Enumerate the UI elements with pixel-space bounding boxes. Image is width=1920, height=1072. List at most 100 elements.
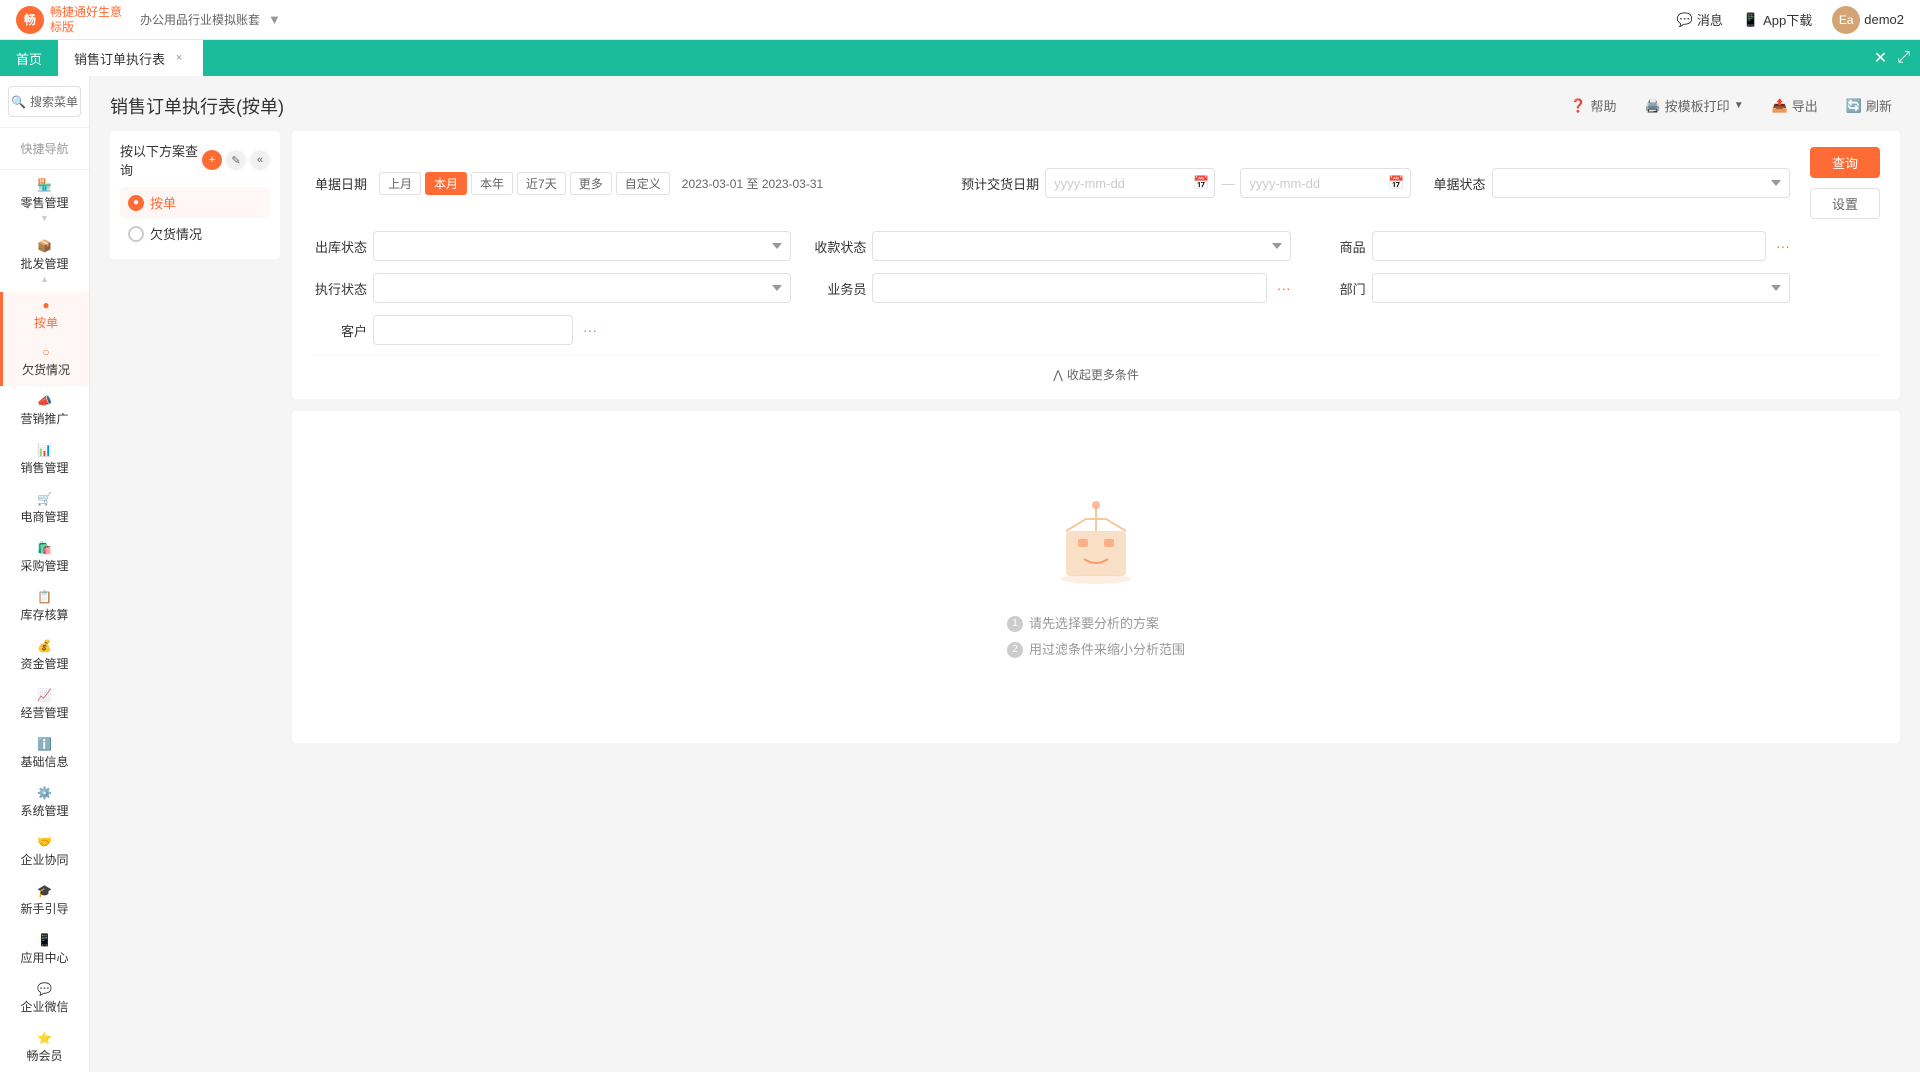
sidebar-item-basic[interactable]: ℹ️ 基础信息 bbox=[0, 729, 89, 778]
expected-date-label: 预计交货日期 bbox=[961, 174, 1039, 193]
delivery-select-wrap bbox=[373, 231, 791, 261]
breadcrumb: 办公用品行业模拟账套 bbox=[140, 11, 260, 28]
export-button[interactable]: 📤 导出 bbox=[1764, 92, 1826, 119]
customer-input-wrap[interactable] bbox=[373, 315, 573, 345]
expected-date-from[interactable] bbox=[1045, 168, 1215, 198]
date-dash: — bbox=[1221, 176, 1234, 191]
tab-close-icon[interactable]: × bbox=[171, 50, 187, 66]
logo-area: 畅 畅捷通好生意 标版 bbox=[16, 5, 122, 34]
wechat-label: 企业微信 bbox=[20, 998, 68, 1015]
purchase-icon: 🛍️ bbox=[37, 541, 52, 555]
expected-date-to-wrap: 📅 bbox=[1240, 168, 1410, 198]
goods-label: 商品 bbox=[1311, 237, 1366, 256]
app-download-button[interactable]: 📱 App下载 bbox=[1743, 10, 1812, 29]
scheme-add-button[interactable]: + bbox=[202, 150, 222, 170]
message-label: 消息 bbox=[1697, 10, 1723, 29]
period-last-month[interactable]: 上月 bbox=[379, 172, 421, 195]
enterprise-label: 企业协同 bbox=[20, 851, 68, 868]
sidebar-item-wechat[interactable]: 💬 企业微信 bbox=[0, 974, 89, 1023]
logo-text: 畅捷通好生意 标版 bbox=[50, 5, 122, 34]
dept-select-wrap bbox=[1372, 273, 1790, 303]
empty-illustration bbox=[1046, 491, 1146, 591]
sidebar-item-sales[interactable]: 📊 销售管理 bbox=[0, 435, 89, 484]
sidebar-item-order[interactable]: ● 按单 bbox=[3, 292, 89, 337]
sidebar-item-ecommerce[interactable]: 🛒 电商管理 bbox=[0, 484, 89, 533]
member-icon: ⭐ bbox=[37, 1031, 52, 1045]
scheme-item-order[interactable]: ● 按单 bbox=[120, 187, 270, 218]
sidebar-item-enterprise[interactable]: 🤝 企业协同 bbox=[0, 827, 89, 876]
scheme-item-active-icon: ● bbox=[128, 195, 144, 211]
period-more[interactable]: 更多 bbox=[570, 172, 612, 195]
tab-home[interactable]: 首页 bbox=[0, 40, 58, 76]
search-button[interactable]: 查询 bbox=[1810, 147, 1880, 178]
wholesale-label: 批发管理 bbox=[20, 255, 68, 272]
filter-result-panel: 单据日期 上月 本月 本年 近7天 更多 自定义 2023-03-01 至 20… bbox=[292, 131, 1900, 743]
layout: 🔍 搜索菜单 快捷导航 🏪 零售管理 ▼ 📦 批发管理 ▲ ● 按单 ○ 欠货情 bbox=[0, 76, 1920, 1072]
period-custom[interactable]: 自定义 bbox=[616, 172, 670, 195]
purchase-label: 采购管理 bbox=[20, 557, 68, 574]
exec-select[interactable] bbox=[373, 273, 791, 303]
empty-state: 1 请先选择要分析的方案 2 用过滤条件来缩小分析范围 bbox=[292, 411, 1900, 743]
scheme-collapse-button[interactable]: « bbox=[250, 150, 270, 170]
customer-dots[interactable]: ··· bbox=[583, 322, 597, 338]
salesman-dots[interactable]: ··· bbox=[1277, 280, 1291, 296]
scheme-item-debt[interactable]: 欠货情况 bbox=[120, 218, 270, 249]
status-select-wrap bbox=[1492, 168, 1791, 198]
calendar-to-icon: 📅 bbox=[1388, 175, 1404, 191]
sidebar-item-debt[interactable]: ○ 欠货情况 bbox=[3, 337, 89, 386]
message-button[interactable]: 💬 消息 bbox=[1677, 10, 1723, 29]
salesman-input-wrap[interactable] bbox=[872, 273, 1266, 303]
print-button[interactable]: 🖨️ 按模板打印 ▼ bbox=[1636, 92, 1751, 119]
period-this-year[interactable]: 本年 bbox=[471, 172, 513, 195]
action-buttons: 查询 设置 bbox=[1810, 147, 1880, 219]
filter-status-cell: 单据状态 bbox=[1431, 168, 1791, 198]
sidebar-item-finance[interactable]: 💰 资金管理 bbox=[0, 631, 89, 680]
delivery-select[interactable] bbox=[373, 231, 791, 261]
sidebar-item-wholesale[interactable]: 📦 批发管理 ▲ bbox=[0, 231, 89, 292]
scheme-edit-button[interactable]: ✎ bbox=[226, 150, 246, 170]
payment-select[interactable] bbox=[872, 231, 1290, 261]
tab-close-all-icon[interactable]: ✕ bbox=[1874, 48, 1887, 68]
sidebar-item-marketing[interactable]: 📣 营销推广 bbox=[0, 386, 89, 435]
tab-expand-icon[interactable]: ⤢ bbox=[1897, 49, 1910, 67]
goods-input-wrap[interactable] bbox=[1372, 231, 1766, 261]
user-info[interactable]: Ea demo2 bbox=[1832, 6, 1904, 34]
period-this-month[interactable]: 本月 bbox=[425, 172, 467, 195]
dept-label: 部门 bbox=[1311, 279, 1366, 298]
logo-line2: 标版 bbox=[50, 20, 122, 34]
help-button[interactable]: ❓ 帮助 bbox=[1562, 92, 1624, 119]
refresh-button[interactable]: 🔄 刷新 bbox=[1838, 92, 1900, 119]
expected-date-to[interactable] bbox=[1240, 168, 1410, 198]
tip-text-1: 请先选择要分析的方案 bbox=[1029, 611, 1159, 637]
breadcrumb-arrow[interactable]: ▼ bbox=[268, 12, 281, 27]
sidebar-item-apps[interactable]: 📱 应用中心 bbox=[0, 925, 89, 974]
expected-date-from-wrap: 📅 bbox=[1045, 168, 1215, 198]
goods-dots[interactable]: ··· bbox=[1776, 238, 1790, 254]
date-range-text: 2023-03-01 至 2023-03-31 bbox=[682, 175, 823, 192]
tab-active[interactable]: 销售订单执行表 × bbox=[58, 40, 203, 76]
tab-bar-right: ✕ ⤢ bbox=[1874, 48, 1920, 68]
collapse-button[interactable]: ⋀ 收起更多条件 bbox=[1053, 366, 1139, 383]
sidebar-item-newbie[interactable]: 🎓 新手引导 bbox=[0, 876, 89, 925]
sidebar-item-inventory[interactable]: 📋 库存核算 bbox=[0, 582, 89, 631]
status-select[interactable] bbox=[1492, 168, 1791, 198]
sidebar-item-purchase[interactable]: 🛍️ 采购管理 bbox=[0, 533, 89, 582]
filter-row-3: 执行状态 业务员 ··· bbox=[312, 273, 1880, 303]
marketing-icon: 📣 bbox=[37, 394, 52, 408]
setting-button[interactable]: 设置 bbox=[1810, 188, 1880, 219]
sidebar-item-business[interactable]: 📈 经营管理 bbox=[0, 680, 89, 729]
sidebar-item-system[interactable]: ⚙️ 系统管理 bbox=[0, 778, 89, 827]
filter-exec-cell: 执行状态 bbox=[312, 273, 791, 303]
logo-icon-text: 畅 bbox=[24, 11, 36, 28]
sidebar-item-retail[interactable]: 🏪 零售管理 ▼ bbox=[0, 170, 89, 231]
system-icon: ⚙️ bbox=[37, 786, 52, 800]
sidebar-item-member[interactable]: ⭐ 畅会员 bbox=[0, 1023, 89, 1072]
sidebar-nav-label: 快捷导航 bbox=[0, 136, 89, 161]
period-7days[interactable]: 近7天 bbox=[517, 172, 566, 195]
edit-icon: ✎ bbox=[231, 154, 240, 167]
dept-select[interactable] bbox=[1372, 273, 1790, 303]
status-label: 单据状态 bbox=[1431, 174, 1486, 193]
delivery-label: 出库状态 bbox=[312, 237, 367, 256]
ecommerce-label: 电商管理 bbox=[20, 508, 68, 525]
search-menu-button[interactable]: 🔍 搜索菜单 bbox=[8, 86, 81, 117]
